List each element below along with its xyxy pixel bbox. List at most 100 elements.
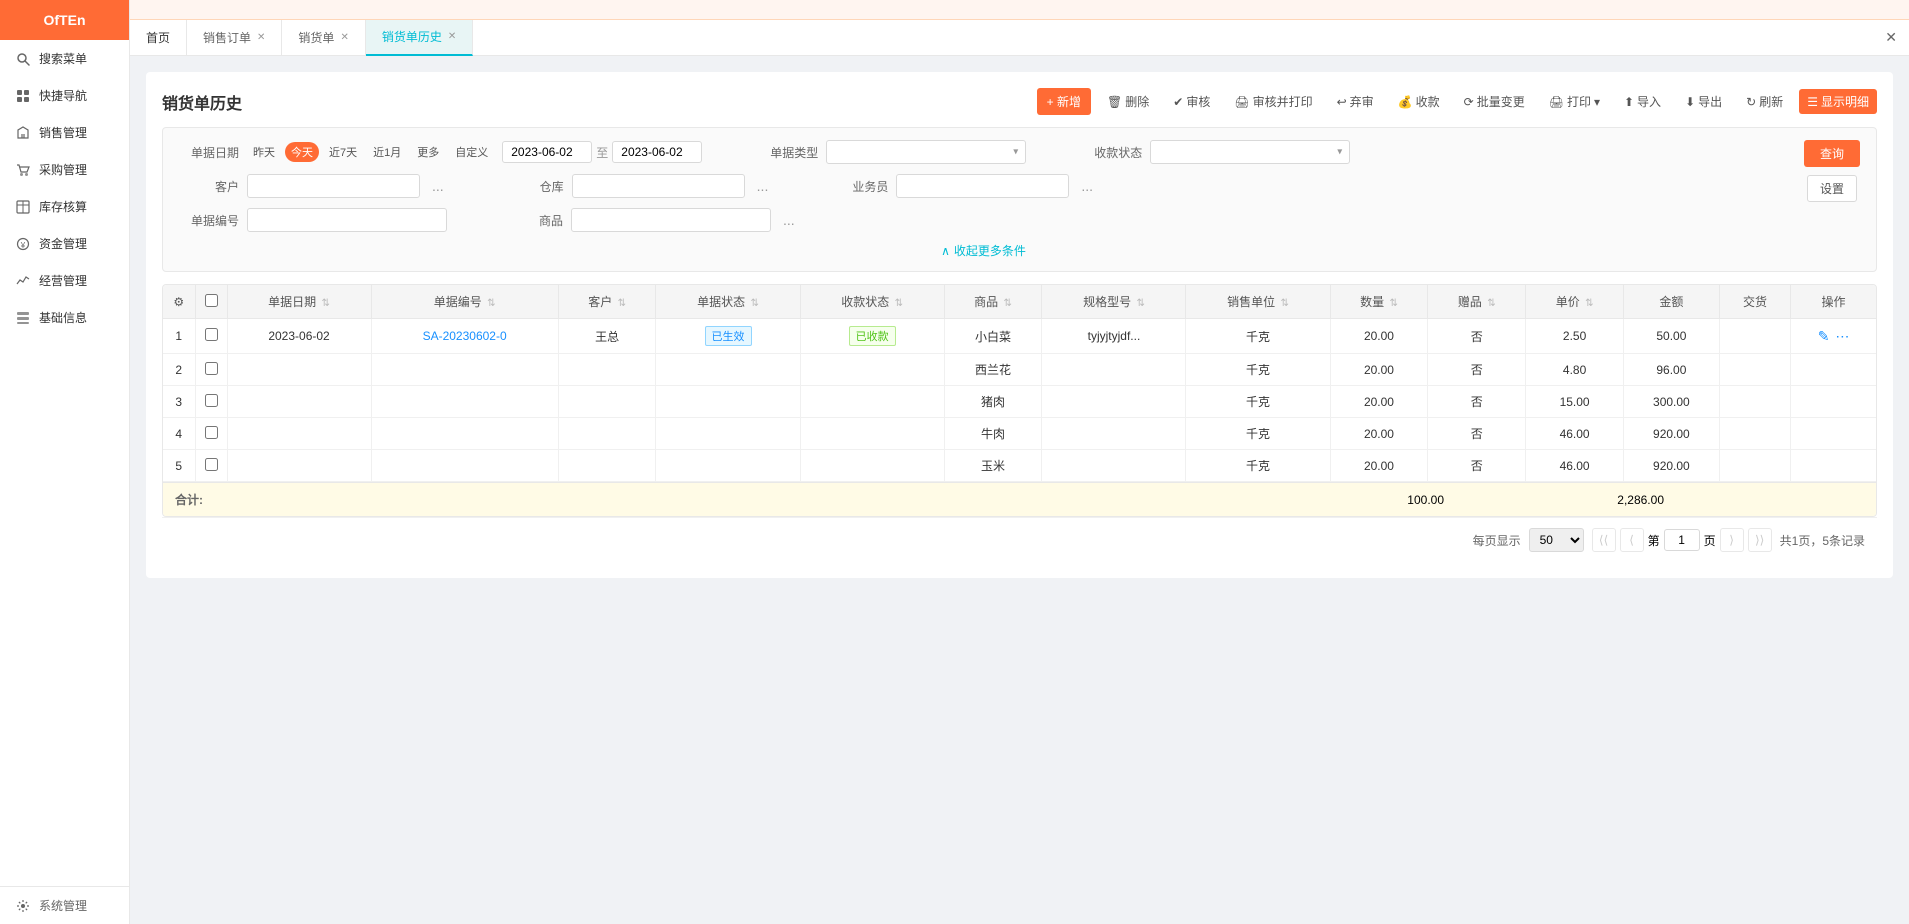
row-date-cell — [227, 386, 371, 418]
warehouse-input[interactable] — [572, 174, 745, 198]
warehouse-label: 仓库 — [504, 178, 564, 195]
new-button[interactable]: + 新增 — [1037, 88, 1091, 115]
row-doc-no-cell: SA-20230602-0 — [371, 319, 558, 354]
sort-doc-status-icon[interactable]: ⇅ — [751, 298, 759, 309]
abandon-button[interactable]: ↩ 弃审 — [1329, 89, 1382, 114]
refresh-button[interactable]: ↻ 刷新 — [1738, 89, 1791, 114]
shortcut-yesterday[interactable]: 昨天 — [247, 142, 281, 162]
sidebar-item-finance[interactable]: ¥ 资金管理 — [0, 225, 129, 262]
sidebar: OfTEn 搜索菜单 快捷导航 销售管理 采购管理 库存核算 — [0, 0, 130, 924]
sort-date-icon[interactable]: ⇅ — [322, 298, 330, 309]
app-logo: OfTEn — [0, 0, 129, 40]
query-button[interactable]: 查询 — [1804, 140, 1860, 167]
inventory-icon — [15, 199, 31, 215]
sidebar-item-sales[interactable]: 销售管理 — [0, 114, 129, 151]
import-button[interactable]: ⬆ 导入 — [1616, 89, 1669, 114]
shortcut-custom[interactable]: 自定义 — [449, 142, 494, 162]
row-checkbox[interactable] — [205, 426, 218, 439]
product-ellipsis-button[interactable]: ... — [779, 212, 799, 228]
doc-no-input[interactable] — [247, 208, 447, 232]
filter-settings-button[interactable]: 设置 — [1807, 175, 1857, 202]
filter-salesperson: 业务员 ... — [828, 174, 1097, 198]
row-checkbox[interactable] — [205, 394, 218, 407]
row-quantity-cell: 20.00 — [1330, 386, 1428, 418]
shortcut-more[interactable]: 更多 — [411, 142, 445, 162]
audit-button[interactable]: ✔ 审核 — [1165, 89, 1218, 114]
filter-warehouse: 仓库 ... — [504, 174, 773, 198]
sort-quantity-icon[interactable]: ⇅ — [1389, 298, 1397, 309]
date-from-input[interactable] — [502, 141, 592, 163]
row-checkbox[interactable] — [205, 458, 218, 471]
row-checkbox[interactable] — [205, 362, 218, 375]
sidebar-item-quick-nav[interactable]: 快捷导航 — [0, 77, 129, 114]
collect-button[interactable]: 💰 收款 — [1390, 89, 1448, 114]
window-close-btn[interactable]: ✕ — [1873, 29, 1909, 46]
doc-no-link[interactable]: SA-20230602-0 — [423, 329, 507, 343]
page-nav: ⟨⟨ ⟨ 第 页 ⟩ ⟩⟩ — [1592, 528, 1772, 552]
doc-type-select[interactable] — [826, 140, 1026, 164]
row-spec-cell: tyjyjtyjdf... — [1042, 319, 1186, 354]
select-all-checkbox[interactable] — [205, 294, 218, 307]
col-doc-status: 单据状态 ⇅ — [656, 285, 800, 319]
sort-product-icon[interactable]: ⇅ — [1004, 298, 1012, 309]
delete-button[interactable]: 🗑 删除 — [1099, 89, 1157, 114]
row-date-cell — [227, 418, 371, 450]
sort-unit-price-icon[interactable]: ⇅ — [1585, 298, 1593, 309]
customer-input[interactable] — [247, 174, 420, 198]
tab-sales-history[interactable]: 销货单历史 ✕ — [366, 20, 473, 56]
payment-status-select[interactable] — [1150, 140, 1350, 164]
tab-close-sales-delivery[interactable]: ✕ — [340, 32, 348, 43]
audit-print-button[interactable]: 🖨 审核并打印 — [1226, 89, 1320, 114]
batch-change-icon: ⟳ — [1464, 95, 1474, 109]
show-detail-button[interactable]: ☰ 显示明细 — [1799, 89, 1877, 114]
product-input[interactable] — [571, 208, 771, 232]
tab-close-sales-order[interactable]: ✕ — [257, 32, 265, 43]
sort-spec-icon[interactable]: ⇅ — [1136, 298, 1144, 309]
table-header-row: ⚙ 单据日期 ⇅ 单据编号 ⇅ — [163, 285, 1876, 319]
sort-gift-icon[interactable]: ⇅ — [1487, 298, 1495, 309]
customer-ellipsis-button[interactable]: ... — [428, 178, 448, 194]
shortcut-last7days[interactable]: 近7天 — [323, 142, 363, 162]
shortcut-today[interactable]: 今天 — [285, 142, 319, 162]
sort-unit-icon[interactable]: ⇅ — [1281, 298, 1289, 309]
col-settings[interactable]: ⚙ — [163, 285, 195, 319]
page-input[interactable] — [1664, 529, 1700, 551]
sidebar-item-operations[interactable]: 经营管理 — [0, 262, 129, 299]
export-button[interactable]: ⬇ 导出 — [1677, 89, 1730, 114]
table-body: 1 2023-06-02 SA-20230602-0 王总 已生效 已收款 小白… — [163, 319, 1876, 482]
date-to-input[interactable] — [612, 141, 702, 163]
print-button[interactable]: 🖨 打印 ▾ — [1541, 89, 1608, 114]
filter-doc-type: 单据类型 ▾ — [758, 140, 1026, 164]
first-page-button[interactable]: ⟨⟨ — [1592, 528, 1616, 552]
sidebar-item-inventory[interactable]: 库存核算 — [0, 188, 129, 225]
row-checkbox[interactable] — [205, 328, 218, 341]
sidebar-item-basic[interactable]: 基础信息 — [0, 299, 129, 336]
sort-payment-status-icon[interactable]: ⇅ — [895, 298, 903, 309]
settings-col-icon: ⚙ — [173, 295, 184, 309]
prev-page-button[interactable]: ⟨ — [1620, 528, 1644, 552]
salesperson-ellipsis-button[interactable]: ... — [1077, 178, 1097, 194]
warehouse-ellipsis-button[interactable]: ... — [753, 178, 773, 194]
sort-doc-no-icon[interactable]: ⇅ — [487, 298, 495, 309]
shortcut-last1month[interactable]: 近1月 — [367, 142, 407, 162]
next-page-button[interactable]: ⟩ — [1720, 528, 1744, 552]
refresh-icon: ↻ — [1746, 95, 1756, 109]
collapse-button[interactable]: ∧ 收起更多条件 — [179, 242, 1788, 259]
last-page-button[interactable]: ⟩⟩ — [1748, 528, 1772, 552]
per-page-select[interactable]: 50 100 200 — [1529, 528, 1584, 552]
tab-close-sales-history[interactable]: ✕ — [448, 31, 456, 42]
tab-sales-order[interactable]: 销售订单 ✕ — [187, 20, 282, 56]
edit-action-icon[interactable]: ✎ — [1818, 328, 1830, 345]
sort-customer-icon[interactable]: ⇅ — [618, 298, 626, 309]
sidebar-item-search-menu[interactable]: 搜索菜单 — [0, 40, 129, 77]
row-payment-status-cell — [800, 386, 944, 418]
tab-home[interactable]: 首页 — [130, 20, 187, 56]
batch-change-button[interactable]: ⟳ 批量变更 — [1456, 89, 1533, 114]
tab-sales-delivery[interactable]: 销货单 ✕ — [282, 20, 365, 56]
sidebar-item-system[interactable]: 系统管理 — [0, 887, 129, 924]
row-gift-cell: 否 — [1428, 418, 1526, 450]
more-action-icon[interactable]: ⋯ — [1835, 328, 1849, 345]
sidebar-item-purchase[interactable]: 采购管理 — [0, 151, 129, 188]
salesperson-input[interactable] — [896, 174, 1069, 198]
row-payment-status-cell: 已收款 — [800, 319, 944, 354]
